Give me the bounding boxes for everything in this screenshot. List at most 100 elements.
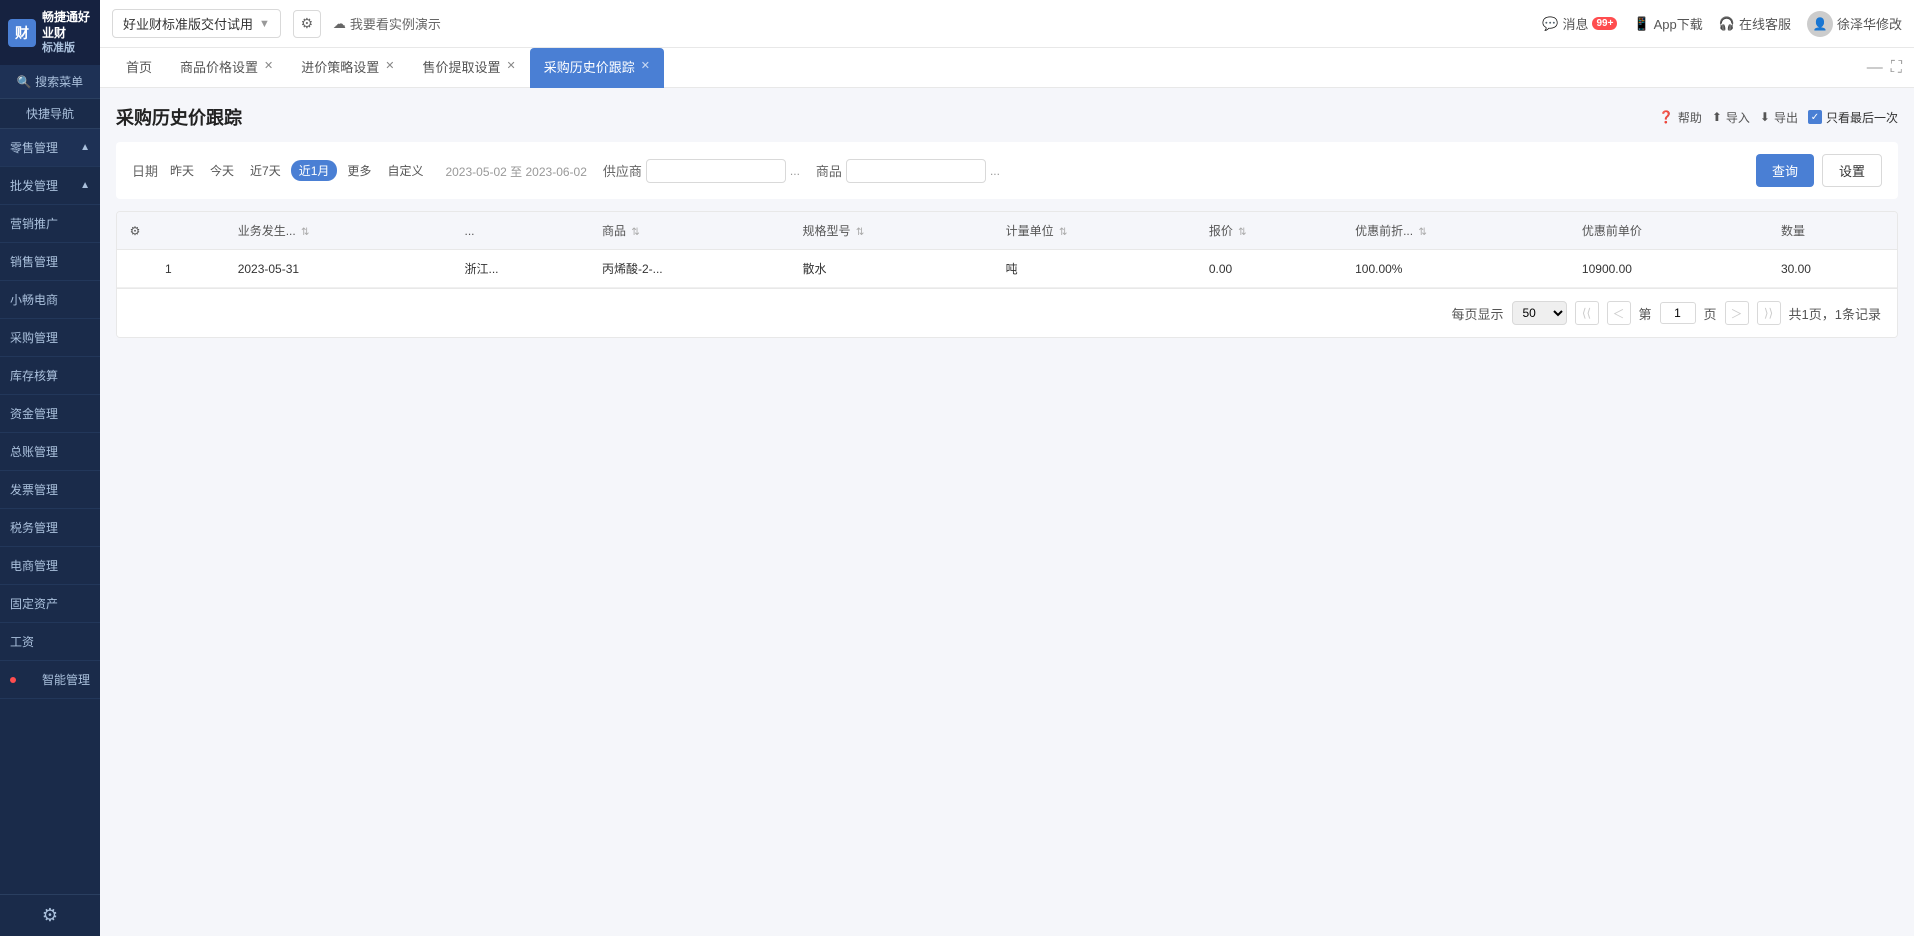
th-unit[interactable]: 计量单位 ⇅ [994, 212, 1197, 250]
sidebar-item-label: 小畅电商 [10, 291, 58, 308]
avatar: 👤 [1807, 11, 1833, 37]
date-filter-label: 日期 [132, 161, 158, 180]
date-range-display: 2023-05-02 至 2023-06-02 [445, 163, 586, 180]
tab-sale-price[interactable]: 售价提取设置 ✕ [408, 48, 529, 88]
last-page-btn[interactable]: ⟩⟩ [1757, 301, 1781, 325]
sidebar-item-sales[interactable]: 销售管理 [0, 243, 100, 281]
cell-supplier: 浙江... [453, 250, 590, 288]
query-btn[interactable]: 查询 [1756, 154, 1814, 187]
total-info: 共1页，1条记录 [1789, 304, 1881, 323]
tab-sale-price-label: 售价提取设置 [422, 57, 500, 76]
demo-link[interactable]: ☁ 我要看实例演示 [333, 14, 441, 33]
settings-btn[interactable]: 设置 [1822, 154, 1882, 187]
page-suffix: 页 [1704, 304, 1717, 323]
date-opt-last7[interactable]: 近7天 [244, 160, 287, 181]
prev-page-btn[interactable]: ＜ [1607, 301, 1631, 325]
tab-price-close[interactable]: ✕ [264, 61, 273, 72]
th-product[interactable]: 商品 ⇅ [590, 212, 791, 250]
per-page-label: 每页显示 [1451, 304, 1503, 323]
only-last-label: 只看最后一次 [1826, 109, 1898, 126]
tab-history-price[interactable]: 采购历史价跟踪 ✕ [530, 48, 664, 88]
sidebar-item-invoice[interactable]: 发票管理 [0, 471, 100, 509]
sidebar-settings-btn[interactable]: ⚙ [0, 894, 100, 936]
date-opt-more[interactable]: 更多 [341, 160, 377, 181]
product-filter-group: 商品 ... [816, 159, 1000, 183]
per-page-select[interactable]: 50 100 200 [1512, 301, 1567, 325]
sidebar-search[interactable]: 🔍 搜索菜单 [0, 65, 100, 99]
user-name: 徐泽华修改 [1837, 14, 1902, 33]
tab-bar: 首页 商品价格设置 ✕ 进价策略设置 ✕ 售价提取设置 ✕ 采购历史价跟踪 ✕ … [100, 48, 1914, 88]
product-input[interactable] [846, 159, 986, 183]
th-gear[interactable]: ⚙ [117, 212, 153, 250]
maximize-btn[interactable]: ⛶ [1891, 59, 1902, 77]
import-btn[interactable]: ⬆ 导入 [1712, 109, 1750, 126]
tab-purchase-strategy[interactable]: 进价策略设置 ✕ [287, 48, 408, 88]
help-icon: ❓ [1659, 110, 1674, 124]
sidebar-item-finance[interactable]: 资金管理 [0, 395, 100, 433]
sidebar-item-marketing[interactable]: 营销推广 [0, 205, 100, 243]
message-btn[interactable]: 💬 消息 99+ [1542, 14, 1617, 33]
sidebar-item-purchase[interactable]: 采购管理 [0, 319, 100, 357]
date-options: 昨天 今天 近7天 近1月 更多 自定义 [164, 160, 429, 181]
sidebar-quick-nav[interactable]: 快捷导航 [0, 99, 100, 129]
sidebar-item-small-ecommerce[interactable]: 小畅电商 [0, 281, 100, 319]
sidebar-item-inventory[interactable]: 库存核算 [0, 357, 100, 395]
chevron-down-icon: ▼ [259, 18, 270, 30]
sidebar-item-retail[interactable]: 零售管理 ▲ [0, 129, 100, 167]
supplier-more-btn[interactable]: ... [790, 164, 800, 178]
supplier-input[interactable] [646, 159, 786, 183]
pagination: 每页显示 50 100 200 ⟨⟨ ＜ 第 页 ＞ ⟩⟩ 共1页，1条记录 [117, 288, 1897, 337]
app-download-btn[interactable]: 📱 App下载 [1633, 14, 1702, 33]
th-discount[interactable]: 优惠前折... ⇅ [1343, 212, 1570, 250]
sort-icon: ⇅ [631, 227, 639, 238]
app-subtitle: 标准版 [42, 41, 92, 55]
user-menu[interactable]: 👤 徐泽华修改 [1807, 11, 1902, 37]
version-selector[interactable]: 好业财标准版交付试用 ▼ [112, 9, 281, 38]
search-icon: 🔍 [17, 75, 32, 89]
sidebar-item-assets[interactable]: 固定资产 [0, 585, 100, 623]
th-more[interactable]: ... [453, 212, 590, 250]
search-label: 搜索菜单 [35, 75, 83, 89]
product-label: 商品 [816, 161, 842, 180]
date-opt-custom[interactable]: 自定义 [381, 160, 429, 181]
th-business-date[interactable]: 业务发生... ⇅ [226, 212, 453, 250]
sidebar-item-label: 税务管理 [10, 519, 58, 536]
export-icon: ⬇ [1760, 110, 1770, 124]
sidebar-item-general-ledger[interactable]: 总账管理 [0, 433, 100, 471]
date-opt-last1m[interactable]: 近1月 [291, 160, 338, 181]
date-opt-yesterday[interactable]: 昨天 [164, 160, 200, 181]
tab-price[interactable]: 商品价格设置 ✕ [166, 48, 287, 88]
sidebar-item-label: 库存核算 [10, 367, 58, 384]
next-page-btn[interactable]: ＞ [1725, 301, 1749, 325]
date-opt-today[interactable]: 今天 [204, 160, 240, 181]
sidebar-item-salary[interactable]: 工资 [0, 623, 100, 661]
first-page-btn[interactable]: ⟨⟨ [1575, 301, 1599, 325]
online-service-btn[interactable]: 🎧 在线客服 [1719, 14, 1791, 33]
sidebar-item-smart[interactable]: 智能管理 [0, 661, 100, 699]
th-quote[interactable]: 报价 ⇅ [1197, 212, 1343, 250]
tab-sale-price-close[interactable]: ✕ [507, 61, 516, 72]
sidebar-item-wholesale[interactable]: 批发管理 ▲ [0, 167, 100, 205]
sidebar-item-ecommerce[interactable]: 电商管理 [0, 547, 100, 585]
page-actions: ❓ 帮助 ⬆ 导入 ⬇ 导出 ✓ 只看最后一次 [1659, 109, 1898, 126]
import-icon: ⬆ [1712, 110, 1722, 124]
product-more-btn[interactable]: ... [990, 164, 1000, 178]
th-spec[interactable]: 规格型号 ⇅ [791, 212, 994, 250]
page-content: 采购历史价跟踪 ❓ 帮助 ⬆ 导入 ⬇ 导出 ✓ 只看最后一次 [100, 88, 1914, 936]
tab-home[interactable]: 首页 [112, 48, 166, 88]
sort-icon: ⇅ [301, 227, 309, 238]
import-label: 导入 [1726, 109, 1750, 126]
table-row: 1 2023-05-31 浙江... 丙烯酸-2-... 散水 吨 0.00 1… [117, 250, 1897, 288]
topbar-settings-btn[interactable]: ⚙ [293, 10, 321, 38]
cell-gear [117, 250, 153, 288]
sidebar-item-tax[interactable]: 税务管理 [0, 509, 100, 547]
page-number-input[interactable] [1660, 302, 1696, 324]
minimize-btn[interactable]: — [1867, 59, 1883, 77]
tab-history-price-close[interactable]: ✕ [641, 61, 650, 72]
only-last-checkbox[interactable]: ✓ 只看最后一次 [1808, 109, 1898, 126]
tab-purchase-strategy-close[interactable]: ✕ [385, 61, 394, 72]
help-btn[interactable]: ❓ 帮助 [1659, 109, 1702, 126]
gear-icon: ⚙ [301, 15, 314, 32]
table-header-row: ⚙ 业务发生... ⇅ ... 商品 ⇅ 规格型号 [117, 212, 1897, 250]
export-btn[interactable]: ⬇ 导出 [1760, 109, 1798, 126]
